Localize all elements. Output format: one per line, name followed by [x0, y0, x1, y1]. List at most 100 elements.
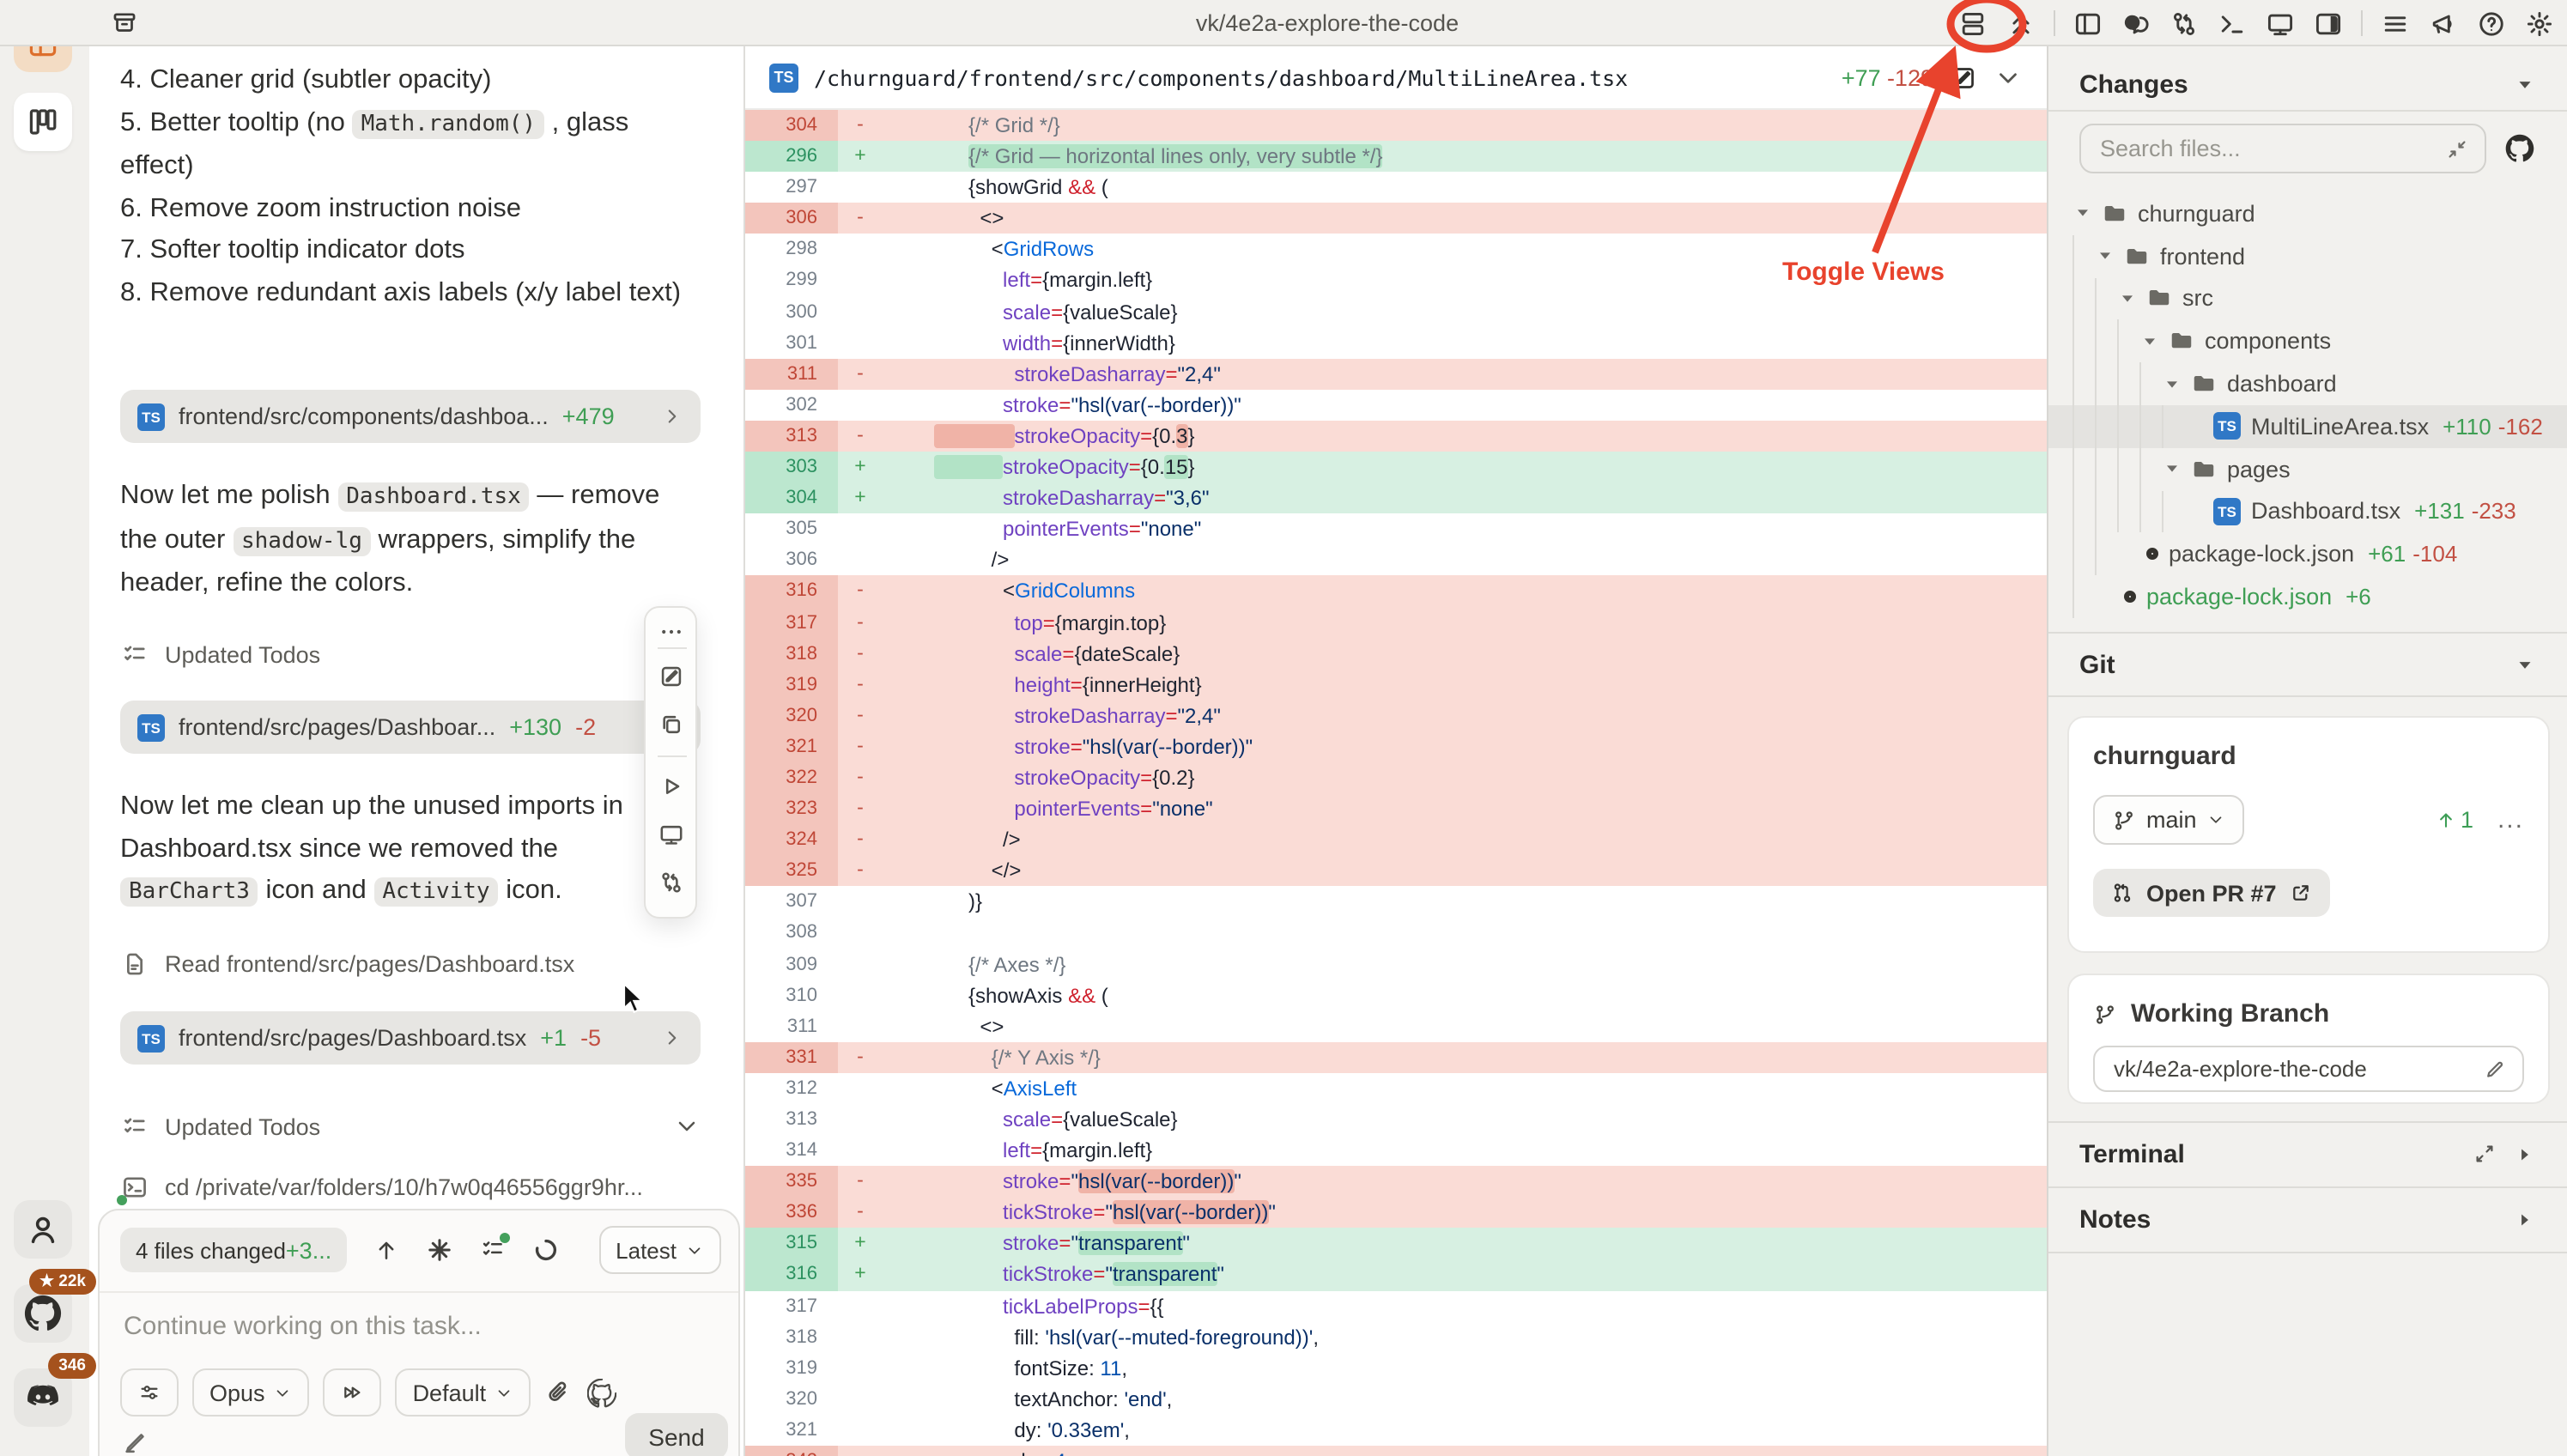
- notes-section-header[interactable]: Notes: [2048, 1193, 2567, 1245]
- file-change-chip[interactable]: TS frontend/src/pages/Dashboar...+130-2: [120, 701, 701, 754]
- monitor-icon[interactable]: [2265, 8, 2296, 39]
- collapse-tree-icon[interactable]: [2445, 136, 2469, 161]
- spinner-icon: [532, 1236, 560, 1264]
- line-number: 320: [745, 1384, 838, 1415]
- caret-down-icon[interactable]: [2072, 203, 2093, 224]
- changes-section-header[interactable]: Changes: [2048, 60, 2567, 108]
- files-changed-chip[interactable]: 4 files changed +3...: [120, 1228, 347, 1272]
- fast-forward-button[interactable]: [324, 1368, 382, 1417]
- play-icon[interactable]: [657, 773, 684, 800]
- working-branch-input[interactable]: [2110, 1054, 2483, 1083]
- diff-line: 307 )}: [745, 887, 2047, 918]
- panel-left-icon[interactable]: [2072, 8, 2103, 39]
- agent-action-row[interactable]: Read frontend/src/pages/Dashboard.tsx: [120, 946, 701, 980]
- caret-down-icon[interactable]: [2117, 288, 2138, 309]
- expand-icon[interactable]: [2473, 1142, 2497, 1166]
- tree-item-churnguard[interactable]: churnguard: [2048, 192, 2567, 235]
- caret-down-icon[interactable]: [2139, 331, 2160, 352]
- agent-action-row[interactable]: Updated Todos: [120, 1109, 701, 1144]
- git-compare-icon[interactable]: [657, 869, 684, 896]
- app-window: vk/4e2a-explore-the-code ★ 22k346 4. Cle…: [0, 0, 2567, 1456]
- model-dropdown[interactable]: Opus: [192, 1368, 310, 1417]
- settings-icon[interactable]: [2524, 8, 2555, 39]
- git-section-header[interactable]: Git: [2048, 640, 2567, 689]
- diff-sign: [838, 949, 883, 980]
- options-button[interactable]: [120, 1368, 179, 1417]
- tree-item-package-lock.json[interactable]: package-lock.json+61-104: [2048, 533, 2567, 576]
- git-more-button[interactable]: ...: [2497, 805, 2524, 834]
- toggle-views-icon[interactable]: [1957, 8, 1988, 39]
- monitor-icon[interactable]: [657, 821, 684, 848]
- edit-diff-icon[interactable]: [657, 663, 684, 690]
- agent-action-row[interactable]: cd /private/var/folders/10/h7w0q46556ggr…: [120, 1169, 701, 1204]
- rail-button-discord-icon[interactable]: 346: [14, 1368, 72, 1427]
- arrow-up-icon[interactable]: [373, 1236, 400, 1264]
- collapse-panels-icon[interactable]: [2006, 8, 2036, 39]
- tree-item-pages[interactable]: pages: [2048, 448, 2567, 491]
- chat-bubble-icon[interactable]: [2121, 8, 2151, 39]
- agent-action-row[interactable]: Updated Todos: [120, 637, 701, 671]
- branch-icon: [2112, 808, 2136, 832]
- paperclip-icon[interactable]: [544, 1378, 573, 1407]
- tree-item-frontend[interactable]: frontend: [2048, 235, 2567, 278]
- diff-line: 316 + tickStroke="transparent": [745, 1259, 2047, 1290]
- tree-item-src[interactable]: src: [2048, 277, 2567, 320]
- todos-icon[interactable]: [479, 1236, 507, 1264]
- terminal-section-header[interactable]: Terminal: [2048, 1128, 2567, 1180]
- todos-icon: [120, 640, 149, 669]
- rail-button-person-icon[interactable]: [14, 1200, 72, 1259]
- copy-icon[interactable]: [657, 711, 684, 738]
- chevron-right-icon: [661, 405, 683, 428]
- rail-button-github-icon[interactable]: ★ 22k: [14, 1284, 72, 1343]
- terminal-icon[interactable]: [2217, 8, 2248, 39]
- line-number: 310: [745, 980, 838, 1010]
- composer-status-row: 4 files changed +3... Latest: [120, 1226, 721, 1274]
- diff-line: 302 stroke="hsl(var(--border))": [745, 390, 2047, 421]
- diff-sign: -: [838, 576, 883, 607]
- folder-icon: [2191, 456, 2217, 482]
- github-outline-icon[interactable]: [587, 1378, 616, 1407]
- open-pr-button[interactable]: Open PR #7: [2093, 869, 2330, 917]
- tree-item-components[interactable]: components: [2048, 320, 2567, 363]
- caret-down-icon[interactable]: [2162, 373, 2182, 394]
- git-compare-icon[interactable]: [2169, 8, 2200, 39]
- branch-dropdown[interactable]: main: [2093, 795, 2245, 845]
- panel-right-icon[interactable]: [2313, 8, 2344, 39]
- caret-down-icon[interactable]: [2095, 246, 2115, 266]
- mode-dropdown[interactable]: Default: [396, 1368, 531, 1417]
- help-icon[interactable]: [2476, 8, 2507, 39]
- diff-file-header[interactable]: TS /churnguard/frontend/src/components/d…: [745, 46, 2047, 110]
- tree-item-MultiLineArea.tsx[interactable]: TSMultiLineArea.tsx+110-162: [2048, 405, 2567, 448]
- file-change-chip[interactable]: TS frontend/src/components/dashboa...+47…: [120, 390, 701, 443]
- tree-item-dashboard[interactable]: dashboard: [2048, 362, 2567, 405]
- diff-file-path: /churnguard/frontend/src/components/dash…: [814, 64, 1628, 90]
- menu-icon[interactable]: [2380, 8, 2411, 39]
- spark-icon[interactable]: [426, 1236, 453, 1264]
- more-horizontal-icon[interactable]: [657, 618, 684, 646]
- file-change-chip[interactable]: TS frontend/src/pages/Dashboard.tsx+1-5: [120, 1011, 701, 1065]
- rail-button-kanban-icon[interactable]: [14, 93, 72, 151]
- line-number: 301: [745, 327, 838, 358]
- tree-item-Dashboard.tsx[interactable]: TSDashboard.tsx+131-233: [2048, 490, 2567, 533]
- file-search[interactable]: [2079, 124, 2486, 173]
- caret-down-icon[interactable]: [2162, 458, 2182, 479]
- latest-dropdown[interactable]: Latest: [598, 1226, 721, 1274]
- search-input[interactable]: [2097, 134, 2406, 163]
- pencil-icon[interactable]: [2483, 1057, 2507, 1081]
- chat-paragraph: Now let me clean up the unused imports i…: [120, 786, 701, 914]
- message-input[interactable]: [120, 1310, 704, 1343]
- edit-diff-icon[interactable]: [1949, 63, 1978, 92]
- tree-item-package-lock.json[interactable]: package-lock.json+6: [2048, 575, 2567, 618]
- working-branch-field[interactable]: [2093, 1046, 2524, 1092]
- archive-icon[interactable]: [110, 9, 139, 38]
- megaphone-icon[interactable]: [2428, 8, 2459, 39]
- diff-line: 310 {showAxis && (: [745, 980, 2047, 1010]
- diff-code[interactable]: 304 - {/* Grid */} 296 + {/* Grid — hori…: [745, 110, 2047, 1456]
- github-icon[interactable]: [2505, 134, 2534, 163]
- line-number: 322: [745, 762, 838, 793]
- chevron-down-icon[interactable]: [673, 1113, 701, 1140]
- send-button[interactable]: Send: [625, 1413, 728, 1456]
- chevron-down-icon[interactable]: [1994, 63, 2023, 92]
- arrow-up-icon: [2435, 809, 2457, 831]
- pen-icon[interactable]: [122, 1427, 149, 1454]
